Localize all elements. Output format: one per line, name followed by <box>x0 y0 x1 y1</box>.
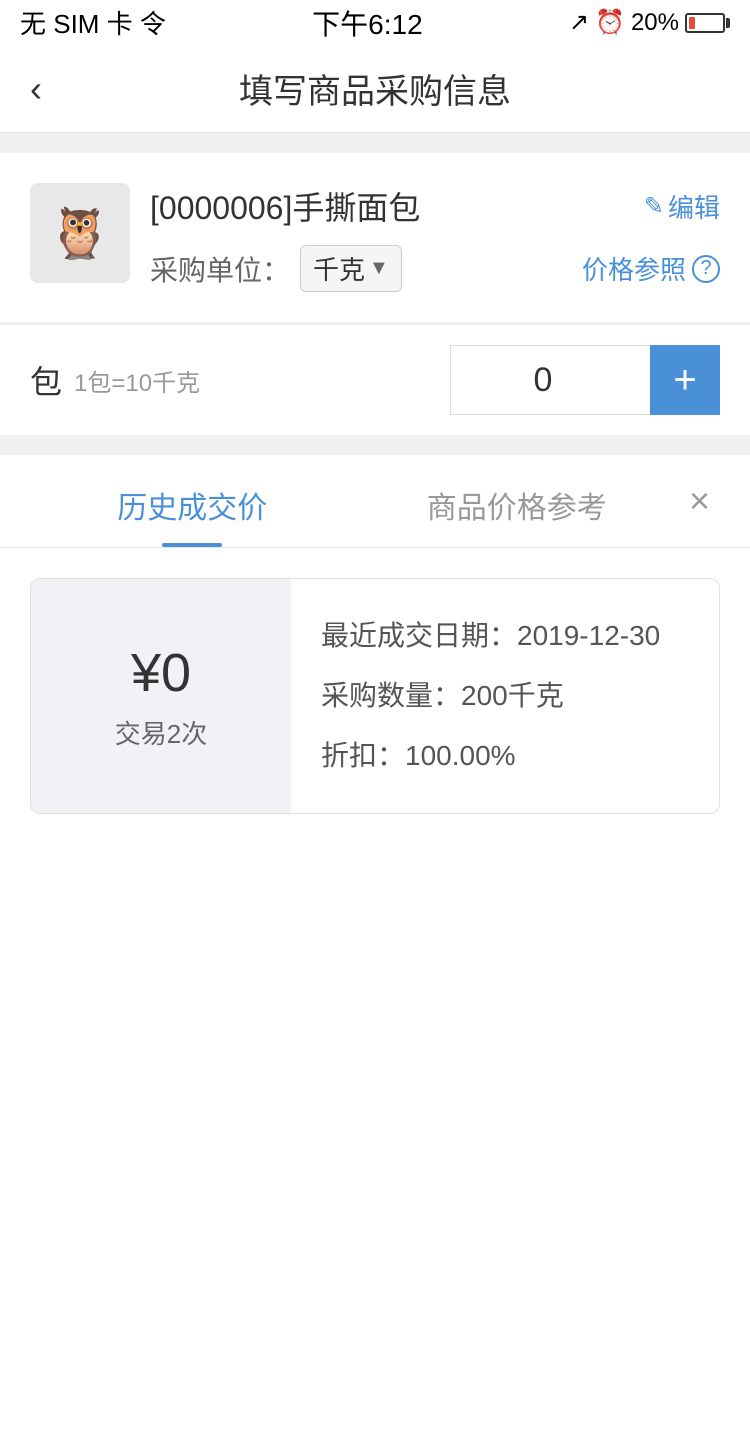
product-image: 🦉 <box>30 183 130 283</box>
status-left: 无 SIM 卡 令 <box>20 4 166 41</box>
tabs-panel: 历史成交价 商品价格参考 × ¥0 交易2次 最近成交日期：2019-12-30… <box>0 455 750 844</box>
tab1-label: 历史成交价 <box>117 492 267 525</box>
location-icon: ↗ <box>569 8 589 37</box>
tab-product-price-ref[interactable]: 商品价格参考 <box>354 455 678 547</box>
tabs-close-button[interactable]: × <box>679 460 720 542</box>
price-value: 0 <box>161 643 191 703</box>
unit-label: 采购单位： 千克 ▼ <box>150 245 402 292</box>
product-name: [0000006]手撕面包 <box>150 183 420 229</box>
status-right: ↗ ⏰ 20% <box>569 8 730 37</box>
purchase-qty-label: 采购数量： <box>321 680 461 711</box>
unit-value: 千克 <box>313 250 365 287</box>
recent-date-label: 最近成交日期： <box>321 620 517 651</box>
status-bar: 无 SIM 卡 令 下午6:12 ↗ ⏰ 20% <box>0 0 750 45</box>
edit-button[interactable]: ✎ 编辑 <box>644 188 720 225</box>
tab2-label: 商品价格参考 <box>427 492 607 525</box>
battery-percent: 20% <box>631 9 679 37</box>
price-card-right: 最近成交日期：2019-12-30 采购数量：200千克 折扣：100.00% <box>291 579 719 813</box>
discount-row: 折扣：100.00% <box>321 735 689 777</box>
product-info: [0000006]手撕面包 ✎ 编辑 采购单位： 千克 ▼ 价格参照 <box>150 183 720 292</box>
quantity-plus-button[interactable]: + <box>650 345 720 415</box>
unit-select-arrow: ▼ <box>369 257 389 280</box>
quantity-unit: 包 <box>30 357 62 403</box>
recent-date-value: 2019-12-30 <box>517 620 660 651</box>
unit-text: 采购单位： <box>150 249 290 289</box>
price-amount: ¥0 <box>131 642 191 704</box>
purchase-qty-value: 200千克 <box>461 680 564 711</box>
product-header: 🦉 [0000006]手撕面包 ✎ 编辑 采购单位： 千克 ▼ <box>30 183 720 292</box>
price-ref-icon: ? <box>692 255 720 283</box>
alarm-icon: ⏰ <box>595 8 625 37</box>
quantity-input[interactable] <box>450 345 650 415</box>
price-reference-button[interactable]: 价格参照 ? <box>582 250 720 287</box>
quantity-label: 包 1包=10千克 <box>30 357 200 403</box>
nav-bar: ‹ 填写商品采购信息 <box>0 45 750 133</box>
product-unit-row: 采购单位： 千克 ▼ 价格参照 ? <box>150 245 720 292</box>
tab-history-price[interactable]: 历史成交价 <box>30 455 354 547</box>
edit-label: 编辑 <box>668 188 720 225</box>
price-ref-label: 价格参照 <box>582 250 686 287</box>
discount-label: 折扣： <box>321 740 405 771</box>
price-trade-count: 交易2次 <box>115 714 207 751</box>
back-button[interactable]: ‹ <box>30 68 42 110</box>
tab-underline <box>162 543 222 547</box>
tab-content: ¥0 交易2次 最近成交日期：2019-12-30 采购数量：200千克 折扣：… <box>0 548 750 844</box>
quantity-hint: 1包=10千克 <box>74 363 200 398</box>
product-thumbnail: 🦉 <box>49 208 111 258</box>
status-time: 下午6:12 <box>312 3 423 43</box>
quantity-control: + <box>450 345 720 415</box>
sim-label: 无 SIM 卡 令 <box>20 4 166 41</box>
price-card-left: ¥0 交易2次 <box>31 579 291 813</box>
price-currency: ¥ <box>131 643 161 703</box>
bottom-area <box>0 844 750 1444</box>
product-name-row: [0000006]手撕面包 ✎ 编辑 <box>150 183 720 229</box>
quantity-row: 包 1包=10千克 + <box>0 324 750 435</box>
price-card: ¥0 交易2次 最近成交日期：2019-12-30 采购数量：200千克 折扣：… <box>30 578 720 814</box>
discount-value: 100.00% <box>405 740 516 771</box>
tabs-header: 历史成交价 商品价格参考 × <box>0 455 750 548</box>
product-card: 🦉 [0000006]手撕面包 ✎ 编辑 采购单位： 千克 ▼ <box>0 153 750 322</box>
unit-select[interactable]: 千克 ▼ <box>300 245 402 292</box>
edit-icon: ✎ <box>644 192 664 221</box>
purchase-qty-row: 采购数量：200千克 <box>321 675 689 717</box>
battery-icon <box>685 13 730 33</box>
recent-date-row: 最近成交日期：2019-12-30 <box>321 615 689 657</box>
page-title: 填写商品采购信息 <box>239 64 511 113</box>
